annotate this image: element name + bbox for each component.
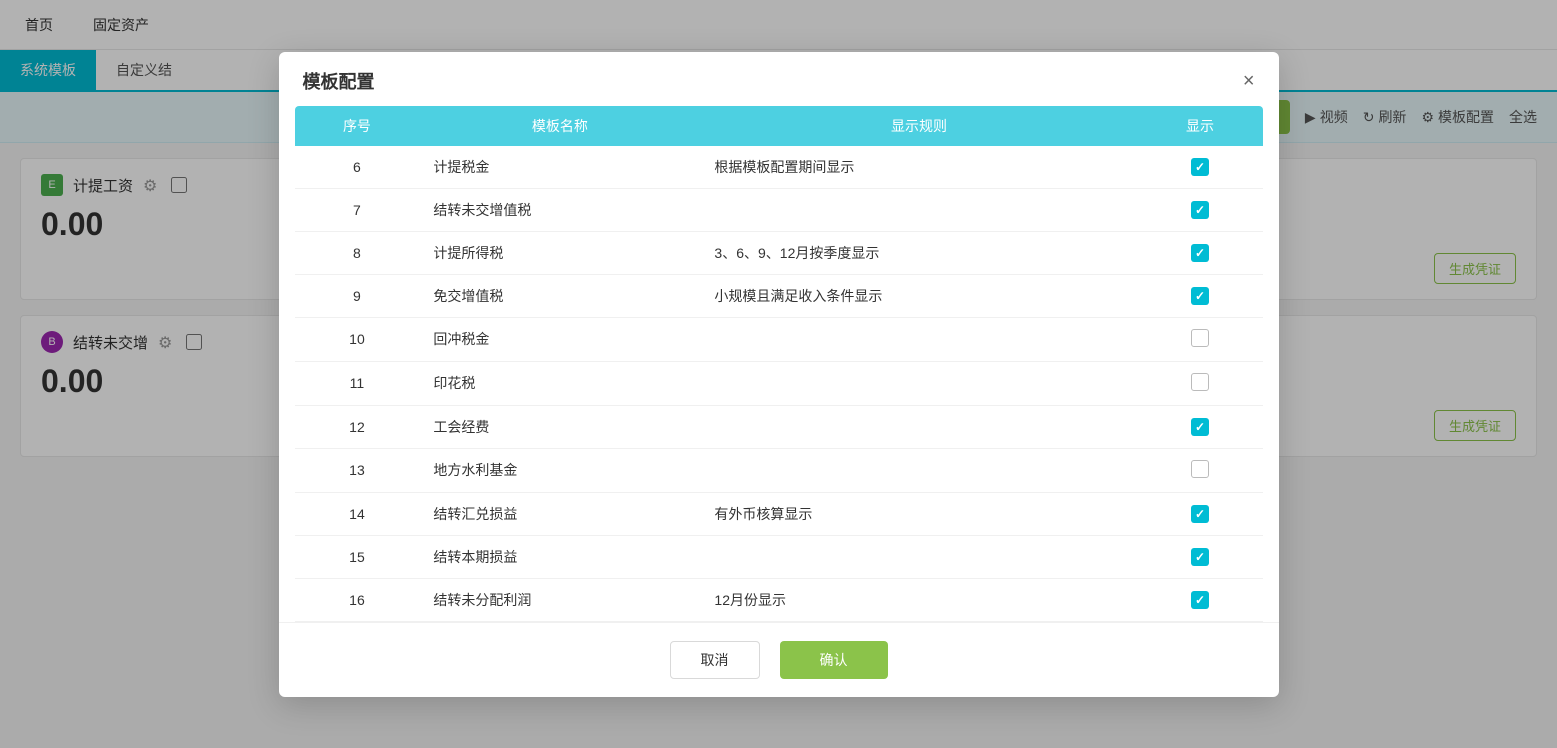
row-checkbox-7[interactable]	[1191, 201, 1209, 219]
table-row: 10回冲税金	[295, 317, 1263, 361]
cell-checkbox[interactable]	[1138, 274, 1263, 317]
cell-checkbox[interactable]	[1138, 578, 1263, 621]
table-row: 7结转未交增值税	[295, 188, 1263, 231]
cell-checkbox[interactable]	[1138, 492, 1263, 535]
cell-rule	[700, 361, 1137, 405]
modal-table-container: 序号 模板名称 显示规则 显示 6计提税金根据模板配置期间显示7结转未交增值税8…	[279, 106, 1279, 622]
table-row: 14结转汇兑损益有外币核算显示	[295, 492, 1263, 535]
cell-name: 印花税	[419, 361, 700, 405]
cell-name: 工会经费	[419, 405, 700, 448]
modal-title: 模板配置	[303, 68, 375, 94]
col-header-display: 显示	[1138, 106, 1263, 146]
row-checkbox-15[interactable]	[1191, 548, 1209, 566]
cell-name: 结转未交增值税	[419, 188, 700, 231]
cell-name: 计提税金	[419, 146, 700, 189]
cell-name: 回冲税金	[419, 317, 700, 361]
cell-id: 13	[295, 448, 420, 492]
cell-name: 结转汇兑损益	[419, 492, 700, 535]
row-checkbox-10[interactable]	[1191, 329, 1209, 347]
modal-close-button[interactable]: ×	[1243, 71, 1255, 91]
table-row: 6计提税金根据模板配置期间显示	[295, 146, 1263, 189]
cell-rule	[700, 317, 1137, 361]
cell-checkbox[interactable]	[1138, 361, 1263, 405]
cell-id: 15	[295, 535, 420, 578]
cell-name: 结转未分配利润	[419, 578, 700, 621]
cell-rule: 12月份显示	[700, 578, 1137, 621]
template-config-modal: 模板配置 × 序号 模板名称 显示规则 显示 6计提税金根据模板配置期间显示7结…	[279, 52, 1279, 697]
table-row: 9免交增值税小规模且满足收入条件显示	[295, 274, 1263, 317]
cell-checkbox[interactable]	[1138, 405, 1263, 448]
row-checkbox-16[interactable]	[1191, 591, 1209, 609]
cell-checkbox[interactable]	[1138, 448, 1263, 492]
cell-rule: 3、6、9、12月按季度显示	[700, 231, 1137, 274]
row-checkbox-6[interactable]	[1191, 158, 1209, 176]
cell-rule: 有外币核算显示	[700, 492, 1137, 535]
cell-checkbox[interactable]	[1138, 317, 1263, 361]
row-checkbox-14[interactable]	[1191, 505, 1209, 523]
cell-id: 10	[295, 317, 420, 361]
cell-name: 结转本期损益	[419, 535, 700, 578]
col-header-name: 模板名称	[419, 106, 700, 146]
table-row: 15结转本期损益	[295, 535, 1263, 578]
col-header-id: 序号	[295, 106, 420, 146]
col-header-rule: 显示规则	[700, 106, 1137, 146]
confirm-button[interactable]: 确认	[780, 641, 888, 679]
cell-id: 6	[295, 146, 420, 189]
config-table: 序号 模板名称 显示规则 显示 6计提税金根据模板配置期间显示7结转未交增值税8…	[295, 106, 1263, 622]
modal-overlay: 模板配置 × 序号 模板名称 显示规则 显示 6计提税金根据模板配置期间显示7结…	[0, 0, 1557, 748]
cell-rule	[700, 188, 1137, 231]
cell-name: 计提所得税	[419, 231, 700, 274]
cell-checkbox[interactable]	[1138, 231, 1263, 274]
cancel-button[interactable]: 取消	[670, 641, 760, 679]
row-checkbox-9[interactable]	[1191, 287, 1209, 305]
cell-name: 地方水利基金	[419, 448, 700, 492]
cell-id: 11	[295, 361, 420, 405]
cell-checkbox[interactable]	[1138, 535, 1263, 578]
table-row: 8计提所得税3、6、9、12月按季度显示	[295, 231, 1263, 274]
table-row: 13地方水利基金	[295, 448, 1263, 492]
cell-id: 16	[295, 578, 420, 621]
row-checkbox-8[interactable]	[1191, 244, 1209, 262]
table-row: 16结转未分配利润12月份显示	[295, 578, 1263, 621]
row-checkbox-11[interactable]	[1191, 373, 1209, 391]
cell-id: 14	[295, 492, 420, 535]
cell-id: 7	[295, 188, 420, 231]
cell-rule	[700, 535, 1137, 578]
cell-checkbox[interactable]	[1138, 188, 1263, 231]
row-checkbox-12[interactable]	[1191, 418, 1209, 436]
cell-id: 8	[295, 231, 420, 274]
cell-id: 12	[295, 405, 420, 448]
table-row: 11印花税	[295, 361, 1263, 405]
cell-rule: 小规模且满足收入条件显示	[700, 274, 1137, 317]
cell-rule	[700, 448, 1137, 492]
cell-checkbox[interactable]	[1138, 146, 1263, 189]
cell-name: 免交增值税	[419, 274, 700, 317]
cell-id: 9	[295, 274, 420, 317]
row-checkbox-13[interactable]	[1191, 460, 1209, 478]
cell-rule: 根据模板配置期间显示	[700, 146, 1137, 189]
cell-rule	[700, 405, 1137, 448]
table-row: 12工会经费	[295, 405, 1263, 448]
